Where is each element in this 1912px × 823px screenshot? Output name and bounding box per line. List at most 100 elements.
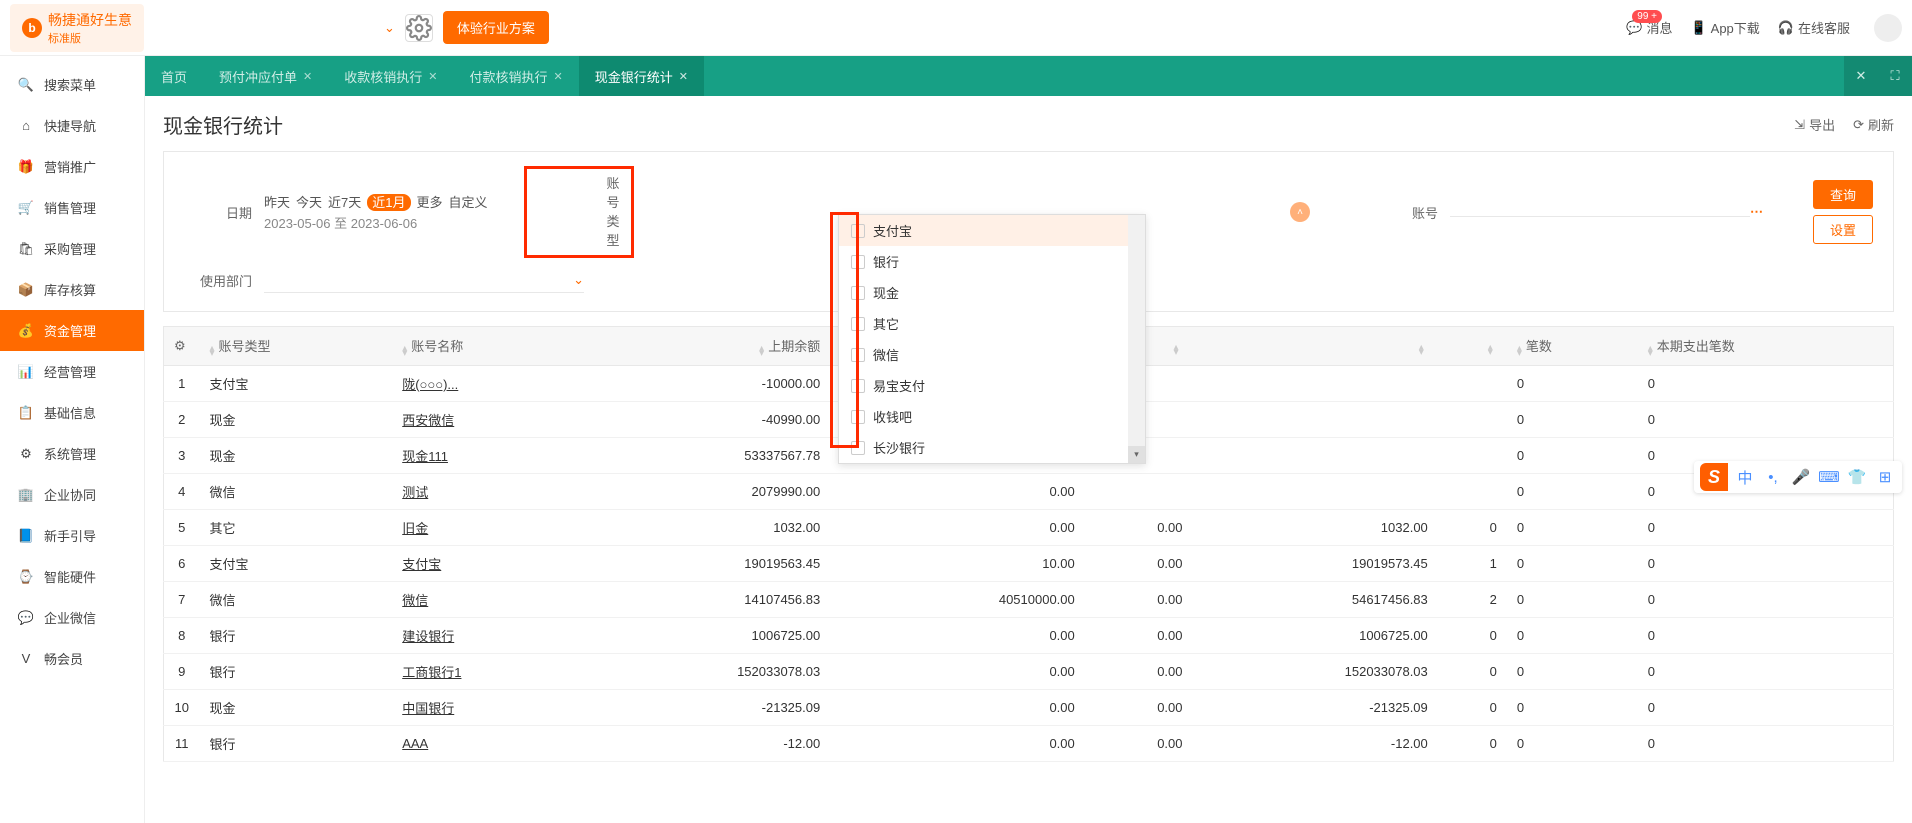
dropdown-scrollbar[interactable]: ▾ <box>1128 215 1145 463</box>
cell-c7 <box>1438 438 1507 474</box>
sidebar-item-5[interactable]: 📦库存核算 <box>0 269 144 310</box>
app-download-link[interactable]: 📱App下载 <box>1690 18 1759 37</box>
account-input[interactable] <box>1450 208 1750 217</box>
col-header-5[interactable]: ▴▾ <box>1193 327 1438 366</box>
checkbox[interactable] <box>851 255 865 269</box>
sidebar-item-7[interactable]: 📊经营管理 <box>0 351 144 392</box>
sidebar-item-0[interactable]: 🔍搜索菜单 <box>0 64 144 105</box>
checkbox[interactable] <box>851 286 865 300</box>
date-quick-1[interactable]: 今天 <box>296 195 322 210</box>
account-type-label: 账号类型 <box>607 173 623 249</box>
grid-icon[interactable]: ⊞ <box>1874 466 1896 488</box>
date-quick-2[interactable]: 近7天 <box>328 195 361 210</box>
row-index: 3 <box>164 438 200 474</box>
cell-name[interactable]: 中国银行 <box>392 690 585 726</box>
sidebar-item-4[interactable]: 🛍采购管理 <box>0 228 144 269</box>
export-link[interactable]: ⇲导出 <box>1794 115 1835 134</box>
gear-icon[interactable] <box>405 14 433 42</box>
sogou-logo-icon[interactable]: S <box>1700 463 1728 491</box>
cell-name[interactable]: 建设银行 <box>392 618 585 654</box>
col-header-7[interactable]: ▴▾笔数 <box>1507 327 1638 366</box>
cell-name[interactable]: AAA <box>392 726 585 762</box>
chevron-down-icon[interactable]: ⌄ <box>384 20 395 36</box>
query-button[interactable]: 查询 <box>1813 180 1873 209</box>
tab-close-button[interactable]: ✕ <box>1844 56 1878 96</box>
sidebar-item-8[interactable]: 📋基础信息 <box>0 392 144 433</box>
date-quick-4[interactable]: 更多 <box>417 195 443 210</box>
keyboard-icon[interactable]: ⌨ <box>1818 466 1840 488</box>
checkbox[interactable] <box>851 410 865 424</box>
cell-name[interactable]: 支付宝 <box>392 546 585 582</box>
dropdown-item-7[interactable]: 长沙银行 <box>839 432 1145 463</box>
cell-name[interactable]: 现金111 <box>392 438 585 474</box>
shirt-icon[interactable]: 👕 <box>1846 466 1868 488</box>
more-filters-icon[interactable]: ⋯ <box>1750 204 1765 220</box>
sidebar-item-6[interactable]: 💰资金管理 <box>0 310 144 351</box>
col-header-1[interactable]: ▴▾账号名称 <box>392 327 585 366</box>
checkbox[interactable] <box>851 317 865 331</box>
cell-name[interactable]: 陇(○○○)... <box>392 366 585 402</box>
table-settings-header[interactable]: ⚙ <box>164 327 200 366</box>
cell-name[interactable]: 测试 <box>392 474 585 510</box>
sidebar-item-14[interactable]: V畅会员 <box>0 638 144 679</box>
sidebar-item-2[interactable]: 🎁营销推广 <box>0 146 144 187</box>
mic-icon[interactable]: 🎤 <box>1790 466 1812 488</box>
date-quick-0[interactable]: 昨天 <box>264 195 290 210</box>
company-selector[interactable] <box>164 24 364 32</box>
top-right: 💬 99 + 消息 📱App下载 🎧在线客服 <box>1626 14 1902 42</box>
cell-name[interactable]: 西安微信 <box>392 402 585 438</box>
date-quick-3[interactable]: 近1月 <box>367 194 410 211</box>
dropdown-item-4[interactable]: 微信 <box>839 339 1145 370</box>
tab-1[interactable]: 收款核销执行✕ <box>328 56 453 96</box>
dropdown-item-6[interactable]: 收钱吧 <box>839 401 1145 432</box>
close-icon[interactable]: ✕ <box>554 70 563 83</box>
cell-name[interactable]: 工商银行1 <box>392 654 585 690</box>
checkbox[interactable] <box>851 224 865 238</box>
dropdown-item-5[interactable]: 易宝支付 <box>839 370 1145 401</box>
tab-3[interactable]: 现金银行统计✕ <box>579 56 704 96</box>
refresh-link[interactable]: ⟳刷新 <box>1853 115 1894 134</box>
checkbox[interactable] <box>851 379 865 393</box>
close-icon[interactable]: ✕ <box>428 70 437 83</box>
dropdown-item-3[interactable]: 其它 <box>839 308 1145 339</box>
sidebar-item-9[interactable]: ⚙系统管理 <box>0 433 144 474</box>
scroll-down-icon[interactable]: ▾ <box>1128 446 1145 463</box>
sidebar-item-3[interactable]: 🛒销售管理 <box>0 187 144 228</box>
sidebar-item-11[interactable]: 📘新手引导 <box>0 515 144 556</box>
row-index: 10 <box>164 690 200 726</box>
tab-0[interactable]: 预付冲应付单✕ <box>203 56 328 96</box>
cell-name[interactable]: 微信 <box>392 582 585 618</box>
col-header-8[interactable]: ▴▾本期支出笔数 <box>1638 327 1894 366</box>
cell-c5: 0.00 <box>1085 654 1193 690</box>
filter-settings-button[interactable]: 设置 <box>1813 215 1873 244</box>
cell-prev: 19019563.45 <box>585 546 830 582</box>
cell-name[interactable]: 旧金 <box>392 510 585 546</box>
department-select[interactable]: ⌄ <box>264 268 584 293</box>
col-header-2[interactable]: ▴▾上期余额 <box>585 327 830 366</box>
sidebar-item-12[interactable]: ⌚智能硬件 <box>0 556 144 597</box>
date-quick-5[interactable]: 自定义 <box>449 195 488 210</box>
tab-2[interactable]: 付款核销执行✕ <box>453 56 578 96</box>
chevron-up-icon: ˄ <box>1290 202 1310 222</box>
dropdown-item-0[interactable]: 支付宝 <box>839 215 1145 246</box>
tab-expand-button[interactable]: ⛶ <box>1878 56 1912 96</box>
cell-c5: 0.00 <box>1085 618 1193 654</box>
ime-lang[interactable]: 中 <box>1734 466 1756 488</box>
sidebar-item-10[interactable]: 🏢企业协同 <box>0 474 144 515</box>
checkbox[interactable] <box>851 441 865 455</box>
tab-home[interactable]: 首页 <box>145 56 203 96</box>
col-header-6[interactable]: ▴▾ <box>1438 327 1507 366</box>
dropdown-item-2[interactable]: 现金 <box>839 277 1145 308</box>
checkbox[interactable] <box>851 348 865 362</box>
sidebar-item-13[interactable]: 💬企业微信 <box>0 597 144 638</box>
industry-plan-button[interactable]: 体验行业方案 <box>443 11 549 44</box>
messages-link[interactable]: 💬 99 + 消息 <box>1626 18 1672 37</box>
sidebar-item-1[interactable]: ⌂快捷导航 <box>0 105 144 146</box>
close-icon[interactable]: ✕ <box>679 70 688 83</box>
col-header-0[interactable]: ▴▾账号类型 <box>200 327 393 366</box>
ime-punct-icon[interactable]: •, <box>1762 466 1784 488</box>
dropdown-item-1[interactable]: 银行 <box>839 246 1145 277</box>
avatar[interactable] <box>1874 14 1902 42</box>
close-icon[interactable]: ✕ <box>303 70 312 83</box>
online-service-link[interactable]: 🎧在线客服 <box>1778 18 1850 37</box>
